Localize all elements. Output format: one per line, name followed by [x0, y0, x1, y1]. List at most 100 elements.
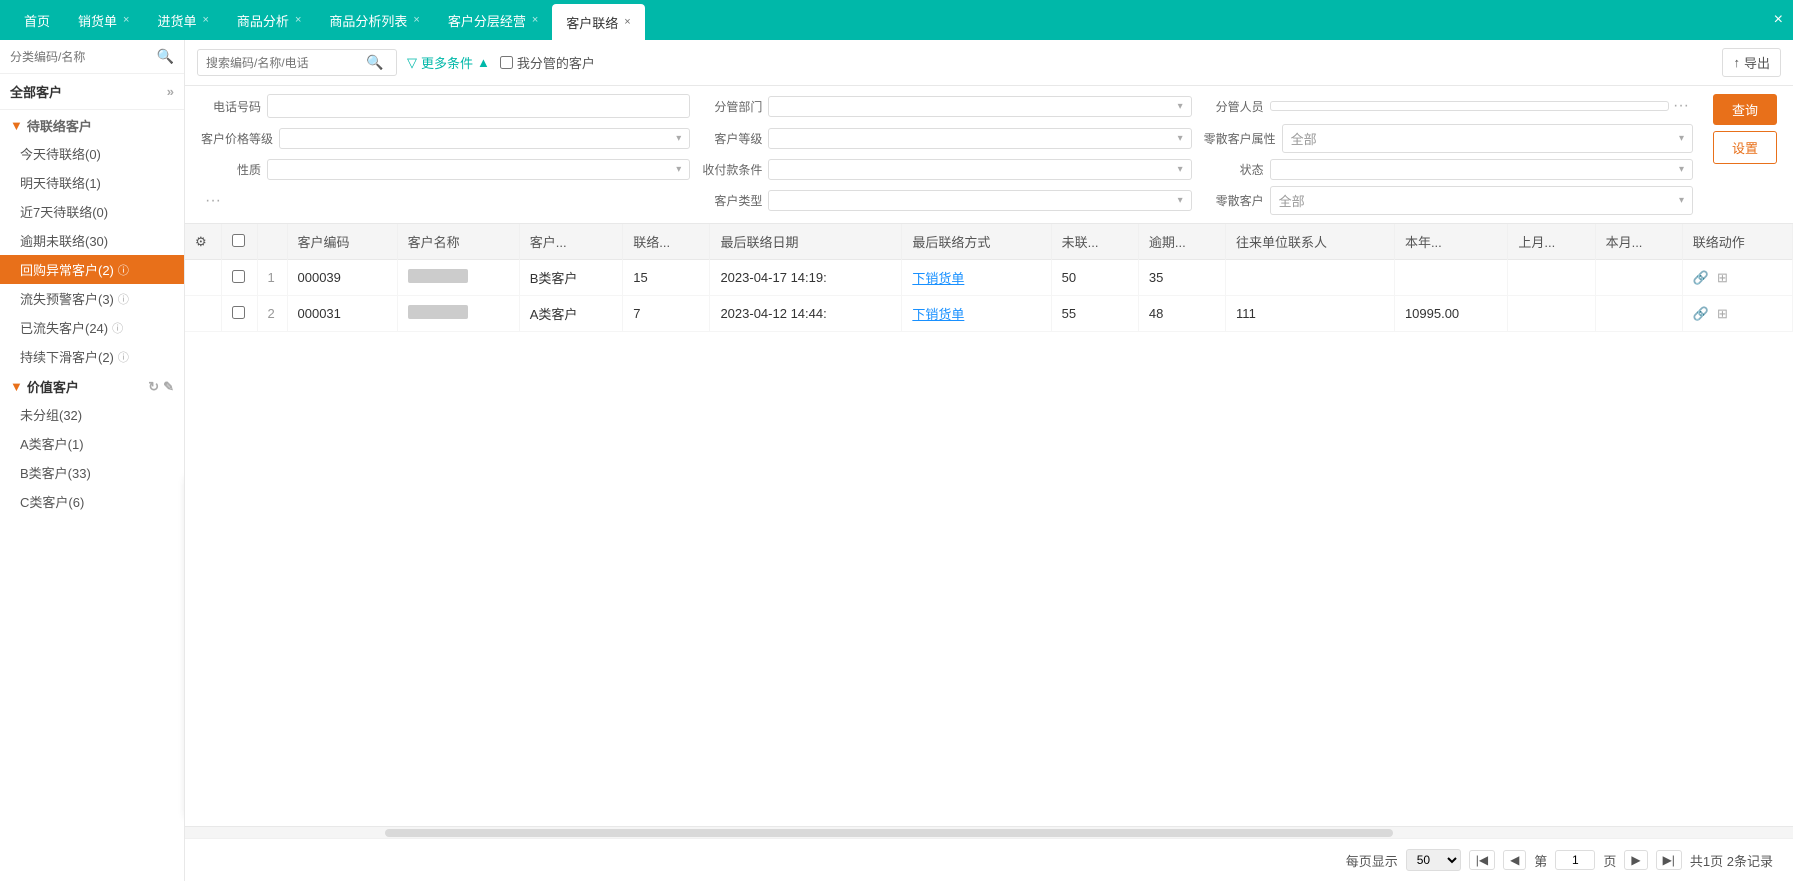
- cell-overdue-1: 35: [1138, 260, 1225, 296]
- next-page-button[interactable]: ▶: [1624, 850, 1647, 870]
- sidebar-item-abnormal-repurchase[interactable]: 回购异常客户(2) ⓘ: [0, 255, 184, 284]
- method-link-2[interactable]: 下销货单: [912, 307, 964, 322]
- search-input[interactable]: [206, 56, 366, 70]
- grid-icon-2[interactable]: ⊞: [1717, 306, 1728, 322]
- sidebar-item-declining[interactable]: 持续下滑客户(2) ⓘ: [0, 342, 184, 371]
- cell-settings-2: [185, 296, 221, 332]
- tab-purchase[interactable]: 进货单 ×: [143, 0, 222, 40]
- edit-icon[interactable]: ✎: [163, 379, 174, 395]
- filter-nature-select[interactable]: ▾: [267, 159, 690, 180]
- chevron-down-icon-5: ▾: [676, 164, 681, 175]
- select-all-checkbox[interactable]: [232, 234, 245, 247]
- close-tab-sales[interactable]: ×: [123, 14, 129, 26]
- method-link-1[interactable]: 下销货单: [912, 271, 964, 286]
- last-page-button[interactable]: ▶|: [1656, 850, 1682, 870]
- filter-payment: 收付款条件 ▾: [702, 159, 1191, 180]
- filter-price-level-label: 客户价格等级: [201, 130, 273, 147]
- row-checkbox-1[interactable]: [232, 270, 245, 283]
- sidebar-item-today[interactable]: 今天待联络(0): [0, 139, 184, 168]
- chevron-down-icon-8: ▾: [1178, 195, 1183, 206]
- chevron-down-icon-9: ▾: [1679, 195, 1684, 206]
- prev-page-button[interactable]: ◀: [1503, 850, 1526, 870]
- row-checkbox-2[interactable]: [232, 306, 245, 319]
- col-checkbox: [221, 224, 257, 260]
- pagination-bar: 每页显示 50 100 200 |◀ ◀ 第 页 ▶ ▶| 共1页 2条记录: [185, 838, 1793, 881]
- horizontal-scrollbar[interactable]: [185, 826, 1793, 838]
- export-button[interactable]: ↑ 导出: [1722, 48, 1781, 77]
- more-button[interactable]: ···: [1669, 97, 1693, 115]
- search-icon[interactable]: 🔍: [366, 54, 383, 71]
- close-tab-customer-contact[interactable]: ×: [624, 16, 630, 28]
- sidebar-item-lost[interactable]: 已流失客户(24) ⓘ: [0, 313, 184, 342]
- filter-retail-attr-select[interactable]: 全部▾: [1282, 124, 1693, 153]
- filter-retail-customer: 零散客户 全部▾: [1204, 186, 1693, 215]
- refresh-icon[interactable]: ↻: [148, 379, 159, 395]
- tab-customer-tier[interactable]: 客户分层经营 ×: [434, 0, 552, 40]
- info-icon-lost: ⓘ: [112, 320, 123, 336]
- sidebar-item-loss-warning[interactable]: 流失预警客户(3) ⓘ: [0, 284, 184, 313]
- sidebar-item-ungrouped[interactable]: 未分组(32): [0, 400, 184, 429]
- close-tab-purchase[interactable]: ×: [202, 14, 208, 26]
- filter-customer-type-select[interactable]: ▾: [768, 190, 1191, 211]
- search-box: 🔍: [197, 49, 397, 76]
- filter-retail-customer-select[interactable]: 全部▾: [1270, 186, 1693, 215]
- sidebar-item-tomorrow[interactable]: 明天待联络(1): [0, 168, 184, 197]
- sidebar-item-overdue[interactable]: 逾期未联络(30): [0, 226, 184, 255]
- filter-phone-input[interactable]: [267, 94, 690, 118]
- cell-contacts-1: 15: [623, 260, 710, 296]
- sidebar-search-icon[interactable]: 🔍: [157, 48, 174, 65]
- settings-button[interactable]: 设置: [1713, 131, 1777, 164]
- filter-person-label: 分管人员: [1204, 98, 1264, 115]
- scrollbar-thumb[interactable]: [385, 829, 1393, 837]
- page-number-input[interactable]: [1555, 850, 1595, 870]
- filter-customer-level-select[interactable]: ▾: [768, 128, 1191, 149]
- filter-more-placeholder: ···: [201, 192, 690, 210]
- filter-row-2: 客户价格等级 ▾ 客户等级 ▾ 零散客户属性: [201, 124, 1693, 153]
- sidebar-item-7days[interactable]: 近7天待联络(0): [0, 197, 184, 226]
- filter-status-select[interactable]: ▾: [1270, 159, 1693, 180]
- col-customer-name: 客户名称: [397, 224, 519, 260]
- close-all-button[interactable]: ×: [1774, 11, 1783, 29]
- sidebar-item-a-class[interactable]: A类客户(1): [0, 429, 184, 458]
- tab-sales[interactable]: 销货单 ×: [64, 0, 143, 40]
- first-page-button[interactable]: |◀: [1469, 850, 1495, 870]
- cell-last-month-2: [1508, 296, 1595, 332]
- link-icon-2[interactable]: 🔗: [1693, 306, 1709, 322]
- top-nav: 首页 销货单 × 进货单 × 商品分析 × 商品分析列表 × 客户分层经营 × …: [0, 0, 1793, 40]
- filter-nature: 性质 ▾: [201, 159, 690, 180]
- more-placeholder-button[interactable]: ···: [201, 192, 225, 210]
- cell-name-2: [397, 296, 519, 332]
- chevron-down-icon-4: ▾: [1679, 133, 1684, 144]
- close-tab-customer-tier[interactable]: ×: [532, 14, 538, 26]
- link-icon-1[interactable]: 🔗: [1693, 270, 1709, 286]
- my-customers-filter[interactable]: 我分管的客户: [500, 53, 595, 72]
- filter-dept-select[interactable]: ▾: [768, 96, 1191, 117]
- tab-product-analysis[interactable]: 商品分析 ×: [223, 0, 315, 40]
- scrollbar-track: [185, 827, 1793, 838]
- col-last-contact-date: 最后联络日期: [710, 224, 902, 260]
- per-page-select[interactable]: 50 100 200: [1406, 849, 1461, 871]
- grid-icon-1[interactable]: ⊞: [1717, 270, 1728, 286]
- col-settings[interactable]: ⚙: [185, 224, 221, 260]
- col-customer-code: 客户编码: [287, 224, 397, 260]
- sidebar-search-input[interactable]: [10, 50, 157, 64]
- close-tab-product-analysis[interactable]: ×: [295, 14, 301, 26]
- filter-price-level: 客户价格等级 ▾: [201, 128, 690, 149]
- filter-person-select[interactable]: [1270, 101, 1669, 111]
- sidebar-item-c-class[interactable]: C类客户(6): [0, 487, 184, 516]
- query-button[interactable]: 查询: [1713, 94, 1777, 125]
- filter-price-level-select[interactable]: ▾: [279, 128, 690, 149]
- filter-payment-label: 收付款条件: [702, 161, 762, 178]
- more-conditions-button[interactable]: ▽ 更多条件 ▲: [407, 53, 490, 72]
- my-customers-checkbox[interactable]: [500, 56, 513, 69]
- tab-customer-contact[interactable]: 客户联络 ×: [552, 4, 644, 40]
- close-tab-product-analysis-list[interactable]: ×: [413, 14, 419, 26]
- sidebar-item-b-class[interactable]: B类客户(33): [0, 458, 184, 487]
- tab-home[interactable]: 首页: [10, 0, 64, 40]
- tab-product-analysis-list[interactable]: 商品分析列表 ×: [315, 0, 433, 40]
- cell-uncontacted-2: 55: [1051, 296, 1138, 332]
- collapse-sidebar-button[interactable]: »: [167, 84, 174, 99]
- main-layout: 🔍 全部客户 » ▼ 待联络客户 今天待联络(0) 明天待联络(1) 近7天待联…: [0, 40, 1793, 881]
- cell-contacts-2: 7: [623, 296, 710, 332]
- filter-payment-select[interactable]: ▾: [768, 159, 1191, 180]
